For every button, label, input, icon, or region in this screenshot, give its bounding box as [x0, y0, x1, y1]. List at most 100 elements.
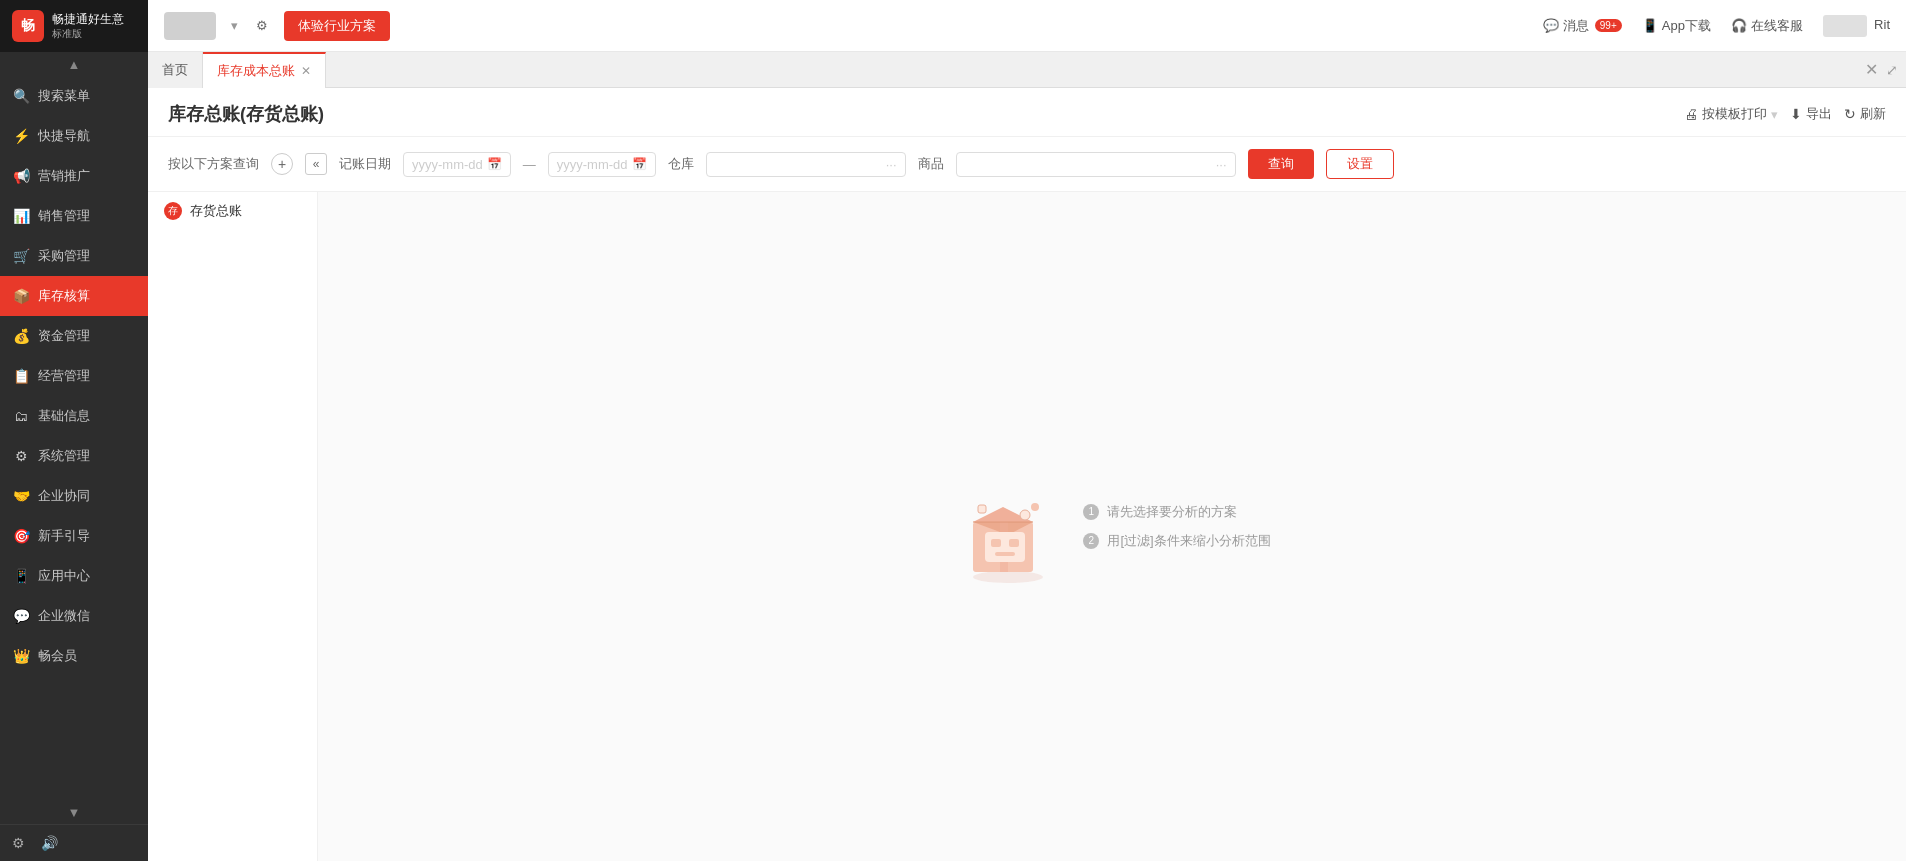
- speaker-icon[interactable]: 🔊: [41, 835, 58, 851]
- date-end-input[interactable]: yyyy-mm-dd 📅: [548, 152, 656, 177]
- export-btn[interactable]: ⬇ 导出: [1790, 105, 1832, 123]
- warehouse-label: 仓库: [668, 155, 694, 173]
- close-all-tabs-btn[interactable]: ✕: [1865, 60, 1878, 79]
- sidebar-item-basic[interactable]: 🗂 基础信息: [0, 396, 148, 436]
- tab-home[interactable]: 首页: [148, 52, 203, 88]
- filter-label: 按以下方案查询: [168, 155, 259, 173]
- export-icon: ⬇: [1790, 106, 1802, 122]
- filter-add-btn[interactable]: +: [271, 153, 293, 175]
- goods-label: 商品: [918, 155, 944, 173]
- sales-icon: 📊: [12, 207, 30, 225]
- date-separator: —: [523, 157, 536, 172]
- sidebar-item-wechat[interactable]: 💬 企业微信: [0, 596, 148, 636]
- print-btn[interactable]: 🖨 按模板打印 ▾: [1684, 105, 1778, 123]
- refresh-btn[interactable]: ↻ 刷新: [1844, 105, 1886, 123]
- filter-bar: 按以下方案查询 + « 记账日期 yyyy-mm-dd 📅 — yyyy-mm-…: [148, 137, 1906, 192]
- print-icon: 🖨: [1684, 106, 1698, 122]
- settings-btn[interactable]: 设置: [1326, 149, 1394, 179]
- sidebar-item-system[interactable]: ⚙ 系统管理: [0, 436, 148, 476]
- sidebar-item-coop[interactable]: 🤝 企业协同: [0, 476, 148, 516]
- online-service-icon: 🎧: [1731, 18, 1747, 33]
- topbar-settings-btn[interactable]: ⚙: [248, 12, 276, 40]
- query-btn[interactable]: 查询: [1248, 149, 1314, 179]
- settings-bottom-icon[interactable]: ⚙: [12, 835, 25, 851]
- scroll-down-btn[interactable]: ▼: [0, 800, 148, 824]
- svg-point-8: [1020, 510, 1030, 520]
- sidebar-item-sales[interactable]: 📊 销售管理: [0, 196, 148, 236]
- calendar-end-icon: 📅: [632, 157, 647, 171]
- svg-point-9: [1031, 503, 1039, 511]
- sidebar-search[interactable]: 🔍 搜索菜单: [0, 76, 148, 116]
- tab-right-actions: ✕ ⤢: [1865, 60, 1906, 79]
- sidebar-item-appstore[interactable]: 📱 应用中心: [0, 556, 148, 596]
- page-actions: 🖨 按模板打印 ▾ ⬇ 导出 ↻ 刷新: [1684, 105, 1886, 123]
- date-start-input[interactable]: yyyy-mm-dd 📅: [403, 152, 511, 177]
- marketing-icon: 📢: [12, 167, 30, 185]
- tab-close-btn[interactable]: ✕: [301, 64, 311, 78]
- user-avatar: [164, 12, 216, 40]
- guide-icon: 🎯: [12, 527, 30, 545]
- print-dropdown-icon[interactable]: ▾: [1771, 107, 1778, 122]
- finance-icon: 💰: [12, 327, 30, 345]
- empty-state: 1 请先选择要分析的方案 2 用[过滤]条件来缩小分析范围: [318, 192, 1906, 861]
- topbar: ▾ ⚙ 体验行业方案 💬 消息 99+ 📱 App下载 🎧 在线客服 Rit: [148, 0, 1906, 52]
- app-logo-icon: 畅: [12, 10, 44, 42]
- app-download-btn[interactable]: 📱 App下载: [1642, 17, 1711, 35]
- topbar-username: Rit: [1823, 15, 1890, 37]
- warehouse-input[interactable]: ···: [706, 152, 906, 177]
- tip-num-2: 2: [1083, 533, 1099, 549]
- message-badge: 99+: [1595, 19, 1622, 32]
- app-download-icon: 📱: [1642, 18, 1658, 33]
- scroll-up-btn[interactable]: ▲: [0, 52, 148, 76]
- page-header: 库存总账(存货总账) 🖨 按模板打印 ▾ ⬇ 导出 ↻ 刷新: [148, 88, 1906, 137]
- empty-tips: 1 请先选择要分析的方案 2 用[过滤]条件来缩小分析范围: [1083, 498, 1270, 555]
- appstore-icon: 📱: [12, 567, 30, 585]
- svg-rect-4: [985, 532, 1025, 562]
- quick-nav-icon: ⚡: [12, 127, 30, 145]
- svg-rect-10: [978, 505, 986, 513]
- tip-row-1: 1 请先选择要分析的方案: [1083, 498, 1270, 527]
- sidebar-item-purchase[interactable]: 🛒 采购管理: [0, 236, 148, 276]
- online-service-btn[interactable]: 🎧 在线客服: [1731, 17, 1803, 35]
- sidebar-logo: 畅 畅捷通好生意 标准版: [0, 0, 148, 52]
- filter-toggle-btn[interactable]: «: [305, 153, 327, 175]
- sidebar-item-marketing[interactable]: 📢 营销推广: [0, 156, 148, 196]
- sidebar: 畅 畅捷通好生意 标准版 ▲ 🔍 搜索菜单 ⚡ 快捷导航 📢 营销推广 📊 销售…: [0, 0, 148, 861]
- sidebar-item-guide[interactable]: 🎯 新手引导: [0, 516, 148, 556]
- svg-rect-6: [1009, 539, 1019, 547]
- sidebar-item-member[interactable]: 👑 畅会员: [0, 636, 148, 676]
- sidebar-item-operation[interactable]: 📋 经营管理: [0, 356, 148, 396]
- message-btn[interactable]: 💬 消息 99+: [1543, 17, 1622, 35]
- filter-panel-left: 存 存货总账: [148, 192, 318, 861]
- app-name: 畅捷通好生意 标准版: [52, 11, 124, 42]
- scheme-item-inventory[interactable]: 存 存货总账: [148, 192, 317, 230]
- topbar-right: 💬 消息 99+ 📱 App下载 🎧 在线客服 Rit: [1543, 15, 1890, 37]
- expand-tab-btn[interactable]: ⤢: [1886, 62, 1898, 78]
- industry-btn[interactable]: 体验行业方案: [284, 11, 390, 41]
- tab-inventory-ledger[interactable]: 库存成本总账 ✕: [203, 52, 326, 88]
- inventory-icon: 📦: [12, 287, 30, 305]
- user-dropdown-btn[interactable]: ▾: [224, 16, 244, 36]
- svg-rect-7: [995, 552, 1015, 556]
- scheme-icon: 存: [164, 202, 182, 220]
- member-icon: 👑: [12, 647, 30, 665]
- basic-icon: 🗂: [12, 407, 30, 425]
- sidebar-item-finance[interactable]: 💰 资金管理: [0, 316, 148, 356]
- sidebar-item-quick-nav[interactable]: ⚡ 快捷导航: [0, 116, 148, 156]
- message-icon: 💬: [1543, 18, 1559, 33]
- tabs-bar: 首页 库存成本总账 ✕ ✕ ⤢: [148, 52, 1906, 88]
- empty-illustration: [953, 477, 1053, 577]
- main-area: ▾ ⚙ 体验行业方案 💬 消息 99+ 📱 App下载 🎧 在线客服 Rit: [148, 0, 1906, 861]
- goods-more-icon: ···: [1216, 157, 1227, 172]
- goods-input[interactable]: ···: [956, 152, 1236, 177]
- content-area: 库存总账(存货总账) 🖨 按模板打印 ▾ ⬇ 导出 ↻ 刷新 按以下方案查询: [148, 88, 1906, 861]
- sidebar-item-inventory[interactable]: 📦 库存核算: [0, 276, 148, 316]
- topbar-user-area: [164, 12, 216, 40]
- message-label: 消息: [1563, 17, 1589, 35]
- online-service-label: 在线客服: [1751, 17, 1803, 35]
- svg-point-0: [973, 571, 1043, 583]
- calendar-start-icon: 📅: [487, 157, 502, 171]
- date-label: 记账日期: [339, 155, 391, 173]
- sidebar-search-label: 搜索菜单: [38, 87, 136, 105]
- sidebar-nav: ⚡ 快捷导航 📢 营销推广 📊 销售管理 🛒 采购管理 📦 库存核算 💰 资金管…: [0, 116, 148, 800]
